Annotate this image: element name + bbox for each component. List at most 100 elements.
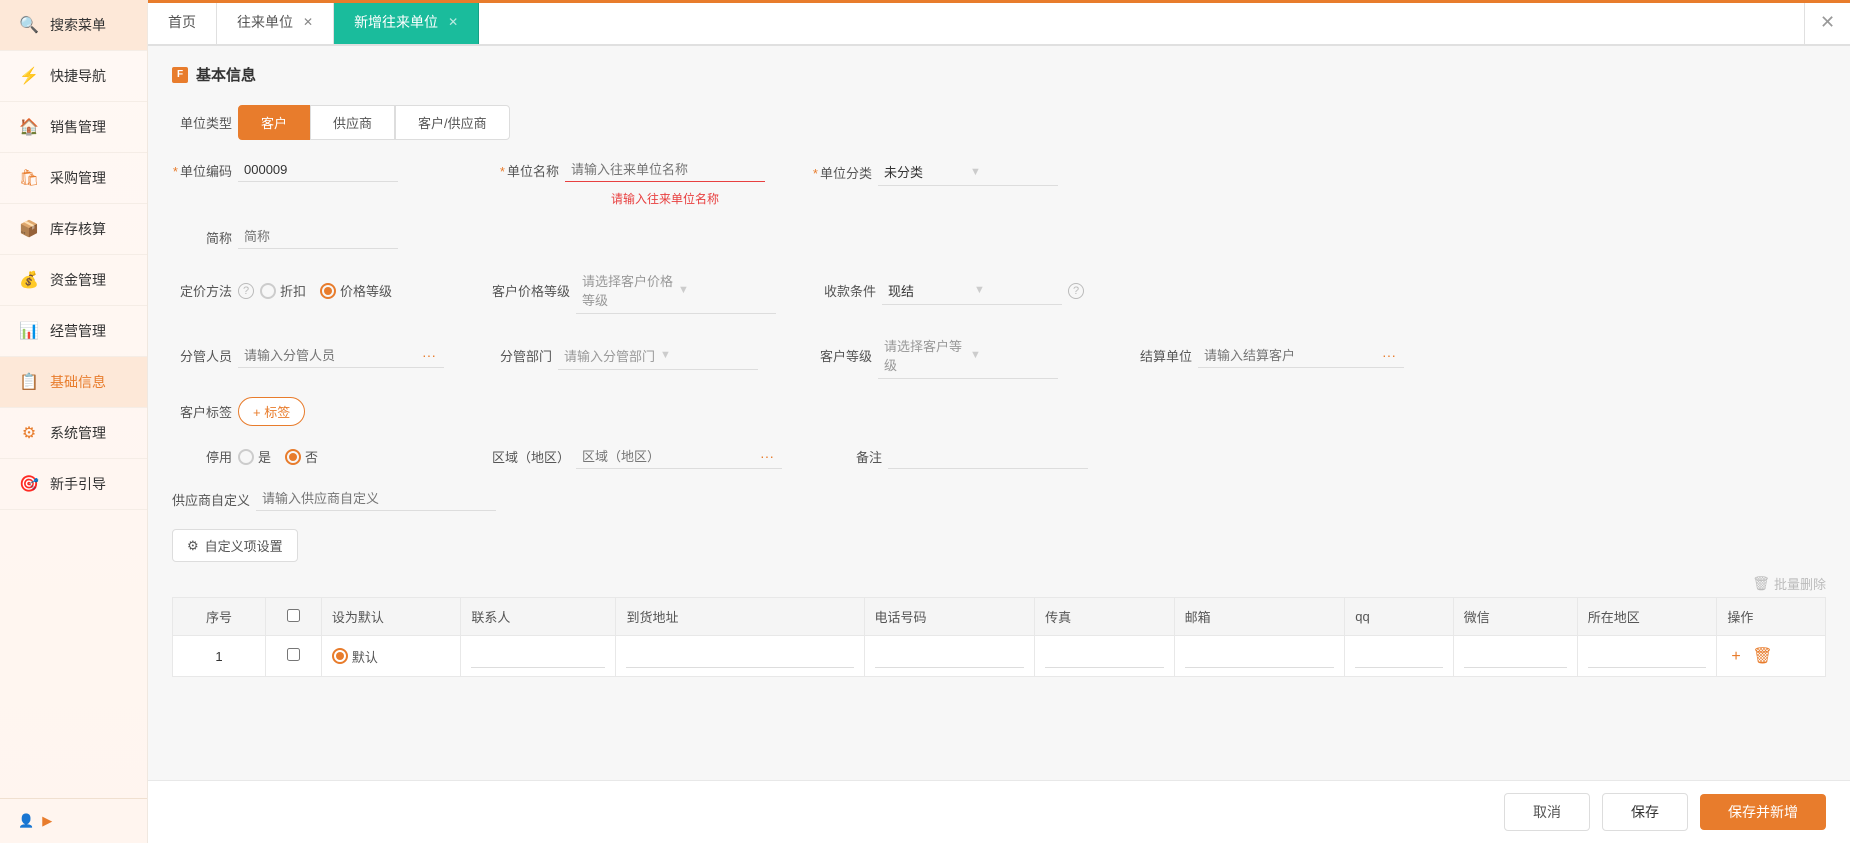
section-title-text: 基本信息	[196, 64, 256, 85]
department-select[interactable]: 请输入分管部门 ▼	[558, 342, 758, 370]
disabled-yes-option[interactable]: 是	[238, 447, 271, 466]
unit-type-customer-btn[interactable]: 客户	[238, 105, 310, 140]
save-new-button[interactable]: 保存并新增	[1700, 794, 1826, 830]
manager-group: 分管人员 ···	[172, 343, 452, 368]
unit-name-input[interactable]	[565, 158, 765, 182]
unit-category-select[interactable]: 未分类 ▼	[878, 158, 1058, 186]
payment-terms-select[interactable]: 现结 ▼	[882, 277, 1062, 305]
quick-nav-icon: ⚡	[18, 65, 40, 87]
sidebar-item-sales[interactable]: 🏠 销售管理	[0, 102, 147, 153]
pricing-help-icon[interactable]: ?	[238, 283, 254, 299]
row-region-input[interactable]	[1588, 644, 1707, 668]
row-phone[interactable]	[864, 636, 1035, 677]
row-qq-input[interactable]	[1355, 644, 1443, 668]
select-all-checkbox[interactable]	[287, 609, 300, 622]
main-content: 首页 往来单位 ✕ 新增往来单位 ✕ ✕ F 基本信息 单位类型 客户 供应商 …	[148, 0, 1850, 843]
pricing-level-option[interactable]: 价格等级	[320, 281, 392, 300]
unit-type-both-btn[interactable]: 客户/供应商	[395, 105, 510, 140]
row-index: 1	[173, 636, 266, 677]
row-wechat[interactable]	[1453, 636, 1577, 677]
operations-icon: 📊	[18, 320, 40, 342]
pricing-discount-option[interactable]: 折扣	[260, 281, 306, 300]
row-wechat-input[interactable]	[1464, 644, 1567, 668]
sidebar-item-purchase[interactable]: 🛍 采购管理	[0, 153, 147, 204]
row-qq[interactable]	[1345, 636, 1454, 677]
batch-delete-label[interactable]: 批量删除	[1774, 574, 1826, 593]
customer-tag-label: 客户标签	[172, 402, 232, 421]
settlement-unit-input[interactable]	[1204, 348, 1380, 363]
disabled-no-label: 否	[305, 447, 318, 466]
cancel-button[interactable]: 取消	[1504, 793, 1590, 831]
department-chevron: ▼	[660, 349, 752, 361]
row-address[interactable]	[616, 636, 864, 677]
row-phone-input[interactable]	[875, 644, 1025, 668]
customer-level-select[interactable]: 请选择客户等级 ▼	[878, 332, 1058, 379]
pricing-level-radio[interactable]	[320, 283, 336, 299]
manager-row: 分管人员 ··· 分管部门 请输入分管部门 ▼ 客户等级 请选择客户等级 ▼	[172, 332, 1826, 379]
row-default-radio-option[interactable]: 默认	[332, 647, 451, 666]
row-email[interactable]	[1174, 636, 1345, 677]
sidebar-item-label: 新手引导	[50, 474, 106, 494]
row-add-btn[interactable]: +	[1727, 648, 1744, 666]
sidebar-item-quick-nav[interactable]: ⚡ 快捷导航	[0, 51, 147, 102]
pricing-level-label: 价格等级	[340, 281, 392, 300]
row-fax[interactable]	[1035, 636, 1175, 677]
tab-new-partner[interactable]: 新增往来单位 ✕	[334, 0, 479, 44]
basic-icon: 📋	[18, 371, 40, 393]
unit-category-label: 单位分类	[812, 163, 872, 182]
row-checkbox[interactable]	[287, 648, 300, 661]
disabled-no-radio[interactable]	[285, 449, 301, 465]
th-region: 所在地区	[1577, 598, 1717, 636]
settlement-unit-dots-btn[interactable]: ···	[1380, 347, 1398, 363]
window-close-button[interactable]: ✕	[1804, 0, 1850, 44]
disabled-no-option[interactable]: 否	[285, 447, 318, 466]
sidebar-item-system[interactable]: ⚙ 系统管理	[0, 408, 147, 459]
manager-dots-btn[interactable]: ···	[420, 347, 438, 363]
th-address: 到货地址	[616, 598, 864, 636]
unit-name-group: 单位名称 请输入往来单位名称	[492, 158, 772, 207]
sidebar-item-guide[interactable]: 🎯 新手引导	[0, 459, 147, 510]
contacts-table: 序号 设为默认 联系人 到货地址 电话号码 传真 邮箱 qq 微信 所在地区 操…	[172, 597, 1826, 677]
tab-partner-list[interactable]: 往来单位 ✕	[217, 0, 334, 44]
pricing-discount-label: 折扣	[280, 281, 306, 300]
sidebar-item-basic[interactable]: 📋 基础信息	[0, 357, 147, 408]
row-contact[interactable]	[461, 636, 616, 677]
row-contact-input[interactable]	[471, 644, 605, 668]
unit-code-input[interactable]	[238, 158, 398, 182]
payment-terms-help-icon[interactable]: ?	[1068, 283, 1084, 299]
region-input[interactable]	[582, 449, 758, 464]
row-delete-btn[interactable]: 🗑	[1748, 646, 1776, 666]
tab-new-partner-close[interactable]: ✕	[448, 15, 458, 29]
short-name-input[interactable]	[238, 225, 398, 249]
supplier-custom-row: 供应商自定义	[172, 487, 1826, 511]
custom-settings-button[interactable]: ⚙ 自定义项设置	[172, 529, 298, 562]
sidebar-item-finance[interactable]: 💰 资金管理	[0, 255, 147, 306]
manager-input[interactable]	[244, 348, 420, 363]
row-address-input[interactable]	[626, 644, 853, 668]
sidebar-item-inventory[interactable]: 📦 库存核算	[0, 204, 147, 255]
customer-price-level-placeholder: 请选择客户价格等级	[582, 271, 674, 309]
unit-type-label: 单位类型	[172, 113, 232, 132]
unit-type-supplier-btn[interactable]: 供应商	[310, 105, 395, 140]
code-name-category-row: 单位编码 单位名称 请输入往来单位名称 单位分类 未分类 ▼	[172, 158, 1826, 207]
pricing-discount-radio[interactable]	[260, 283, 276, 299]
row-default: 默认	[321, 636, 461, 677]
supplier-custom-input[interactable]	[256, 487, 496, 511]
region-input-group: ···	[576, 444, 782, 469]
tab-home[interactable]: 首页	[148, 0, 217, 44]
row-email-input[interactable]	[1185, 644, 1335, 668]
region-dots-btn[interactable]: ···	[758, 448, 776, 464]
row-region[interactable]	[1577, 636, 1717, 677]
sidebar-item-search[interactable]: 🔍 搜索菜单	[0, 0, 147, 51]
remark-input[interactable]	[888, 445, 1088, 469]
unit-name-error: 请输入往来单位名称	[611, 190, 719, 207]
row-fax-input[interactable]	[1045, 644, 1164, 668]
disabled-yes-radio[interactable]	[238, 449, 254, 465]
save-button[interactable]: 保存	[1602, 793, 1688, 831]
customer-price-level-select[interactable]: 请选择客户价格等级 ▼	[576, 267, 776, 314]
add-tag-button[interactable]: + 标签	[238, 397, 305, 426]
tab-partner-list-close[interactable]: ✕	[303, 15, 313, 29]
row-action: + 🗑	[1717, 636, 1826, 677]
row-default-radio[interactable]	[332, 648, 348, 664]
sidebar-item-operations[interactable]: 📊 经营管理	[0, 306, 147, 357]
